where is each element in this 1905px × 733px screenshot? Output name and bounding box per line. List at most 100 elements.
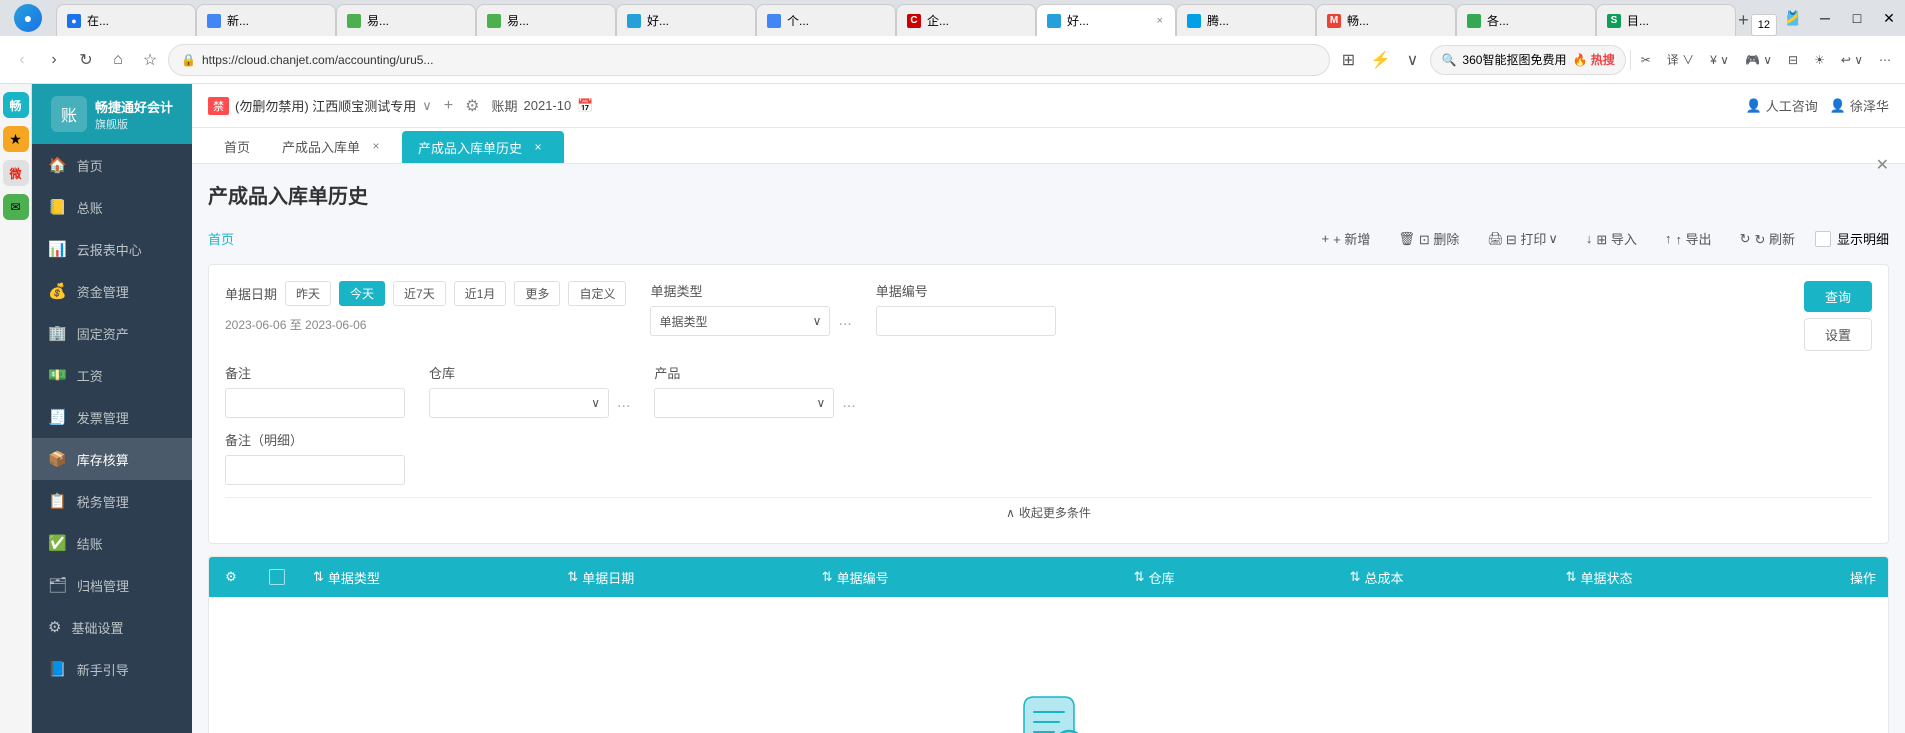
translate-button[interactable]: 译 ∨ — [1661, 47, 1700, 72]
extension-grid-icon[interactable]: ⊞ — [1334, 46, 1362, 74]
gamepad-button[interactable]: 🎮 ∨ — [1739, 49, 1778, 71]
sidebar-item-inventory[interactable]: 📦 库存核算 — [32, 438, 192, 480]
yuan-button[interactable]: ¥ ∨ — [1704, 49, 1735, 71]
export-button[interactable]: ↑ ↑ 导出 — [1657, 225, 1720, 252]
home-button[interactable]: ⌂ — [104, 46, 132, 74]
sidebar-item-reports[interactable]: 📊 云报表中心 — [32, 228, 192, 270]
browser-tab-8[interactable]: 好... × — [1036, 4, 1176, 36]
print-button[interactable]: 🖨 ⊟ 打印 ∨ — [1479, 225, 1566, 252]
filter-remark-detail-input[interactable] — [225, 455, 405, 485]
filter-type-dots[interactable]: ... — [838, 312, 851, 330]
date-btn-more[interactable]: 更多 — [514, 281, 560, 306]
user-info[interactable]: 👤 徐泽华 — [1830, 96, 1889, 115]
import-button[interactable]: ↓ ⊞ 导入 — [1578, 225, 1645, 252]
refresh-button[interactable]: ↻ — [72, 46, 100, 74]
sidebar-item-finance[interactable]: 💰 资金管理 — [32, 270, 192, 312]
tab-close-8[interactable]: × — [1155, 13, 1165, 29]
back-button[interactable]: ‹ — [8, 46, 36, 74]
filter-type-select[interactable]: 单据类型 ∨ — [650, 306, 830, 336]
filter-remark-input[interactable] — [225, 388, 405, 418]
browser-tab-1[interactable]: ● 在... — [56, 4, 196, 36]
browser-tab-7[interactable]: C 企... — [896, 4, 1036, 36]
bookmark-button[interactable]: ☆ — [136, 46, 164, 74]
page-tab-inventory-list-close[interactable]: × — [366, 136, 386, 156]
sidebar-item-basic[interactable]: ⚙ 基础设置 — [32, 606, 192, 648]
query-button[interactable]: 查询 — [1804, 281, 1872, 312]
th-type[interactable]: ⇅ 单据类型 — [301, 568, 555, 587]
date-btn-custom[interactable]: 自定义 — [568, 281, 626, 306]
browser-tab-2[interactable]: 新... — [196, 4, 336, 36]
add-new-button[interactable]: + + 新增 — [1314, 225, 1379, 252]
sidebar-item-payroll[interactable]: 💵 工资 — [32, 354, 192, 396]
browser-tab-12[interactable]: S 目... — [1596, 4, 1736, 36]
filter-warehouse-dots[interactable]: ... — [617, 394, 630, 412]
address-bar[interactable]: 🔒 https://cloud.chanjet.com/accounting/u… — [168, 44, 1330, 76]
tab-add-button[interactable]: + — [1736, 4, 1751, 36]
browser-tab-11[interactable]: 各... — [1456, 4, 1596, 36]
date-btn-1month[interactable]: 近1月 — [454, 281, 507, 306]
filter-product-dots[interactable]: ... — [842, 394, 855, 412]
sidebar-item-ledger[interactable]: 📒 总账 — [32, 186, 192, 228]
tab-count-badge[interactable]: 12 — [1751, 14, 1777, 36]
browser-tab-9[interactable]: 腾... — [1176, 4, 1316, 36]
scissors-tool-button[interactable]: ✂ — [1635, 49, 1657, 71]
date-btn-yesterday[interactable]: 昨天 — [285, 281, 331, 306]
window-maximize-button[interactable]: □ — [1841, 4, 1873, 32]
undo-button[interactable]: ↩ ∨ — [1835, 49, 1869, 71]
browser-tab-10[interactable]: M 畅... — [1316, 4, 1456, 36]
collapse-filter-button[interactable]: ∧ 收起更多条件 — [225, 497, 1872, 527]
th-gear[interactable]: ⚙ — [209, 569, 253, 585]
browser-tab-6[interactable]: 个... — [756, 4, 896, 36]
page-tab-inventory-history[interactable]: 产成品入库单历史 × — [402, 131, 564, 163]
browser-tab-5[interactable]: 好... — [616, 4, 756, 36]
sidebar-item-archive[interactable]: 🗂 归档管理 — [32, 564, 192, 606]
window-close-button[interactable]: ✕ — [1873, 4, 1905, 32]
app-icon-weibo[interactable]: 微 — [3, 160, 29, 186]
display-toggle[interactable]: 显示明细 — [1815, 229, 1889, 248]
display-checkbox[interactable] — [1815, 231, 1831, 247]
window-shirt-icon[interactable]: 🎽 — [1777, 4, 1809, 32]
sun-button[interactable]: ☀ — [1808, 49, 1831, 71]
delete-button[interactable]: 🗑 ⊡ 删除 — [1390, 225, 1467, 252]
th-cost[interactable]: ⇅ 总成本 — [1338, 568, 1554, 587]
org-dropdown-icon[interactable]: ∨ — [422, 98, 432, 114]
browser-tab-4[interactable]: 易... — [476, 4, 616, 36]
app-icon-mail[interactable]: ✉ — [3, 194, 29, 220]
sidebar-item-guide[interactable]: 📘 新手引导 — [32, 648, 192, 690]
filter-warehouse-select[interactable]: ∨ — [429, 388, 609, 418]
setting-button[interactable]: 设置 — [1804, 318, 1872, 351]
page-tab-home[interactable]: 首页 — [208, 131, 266, 163]
org-selector[interactable]: 禁 (勿删勿禁用) 江西顺宝测试专用 ∨ — [208, 96, 432, 115]
sidebar-item-home[interactable]: 🏠 首页 — [32, 144, 192, 186]
date-btn-today[interactable]: 今天 — [339, 281, 385, 306]
th-checkbox[interactable] — [253, 569, 301, 585]
more-tools-button[interactable]: ⋯ — [1873, 49, 1897, 71]
app-icon-star[interactable]: ★ — [3, 126, 29, 152]
sidebar-item-assets[interactable]: 🏢 固定资产 — [32, 312, 192, 354]
sidebar-item-settle[interactable]: ✅ 结账 — [32, 522, 192, 564]
refresh-data-button[interactable]: ↻ ↻ 刷新 — [1732, 225, 1803, 252]
header-checkbox[interactable] — [269, 569, 285, 585]
help-button[interactable]: 👤 人工咨询 — [1746, 96, 1818, 115]
panel-close-button[interactable]: ✕ — [1876, 164, 1889, 175]
sidebar-item-invoice[interactable]: 🧾 发票管理 — [32, 396, 192, 438]
address-dropdown-button[interactable]: ∨ — [1398, 46, 1426, 74]
browser-tab-3[interactable]: 易... — [336, 4, 476, 36]
sidebar-item-tax[interactable]: 📋 税务管理 — [32, 480, 192, 522]
th-num[interactable]: ⇅ 单据编号 — [810, 568, 1122, 587]
settings-gear-button[interactable]: ⚙ — [465, 96, 479, 116]
search-box[interactable]: 🔍 360智能抠图免费用 🔥 热搜 — [1430, 45, 1625, 75]
window-minimize-button[interactable]: ─ — [1809, 4, 1841, 32]
period-calendar-icon[interactable]: 📅 — [577, 98, 593, 114]
layout-button[interactable]: ⊟ — [1782, 49, 1804, 71]
forward-button[interactable]: › — [40, 46, 68, 74]
th-date[interactable]: ⇅ 单据日期 — [555, 568, 809, 587]
filter-product-select[interactable]: ∨ — [654, 388, 834, 418]
page-tab-inventory-list[interactable]: 产成品入库单 × — [266, 131, 402, 163]
app-icon-chanjet[interactable]: 畅 — [3, 92, 29, 118]
date-btn-7days[interactable]: 近7天 — [393, 281, 446, 306]
lightning-icon[interactable]: ⚡ — [1366, 46, 1394, 74]
add-org-button[interactable]: + — [444, 97, 453, 115]
page-tab-inventory-history-close[interactable]: × — [528, 137, 548, 157]
th-status[interactable]: ⇅ 单据状态 — [1554, 568, 1808, 587]
